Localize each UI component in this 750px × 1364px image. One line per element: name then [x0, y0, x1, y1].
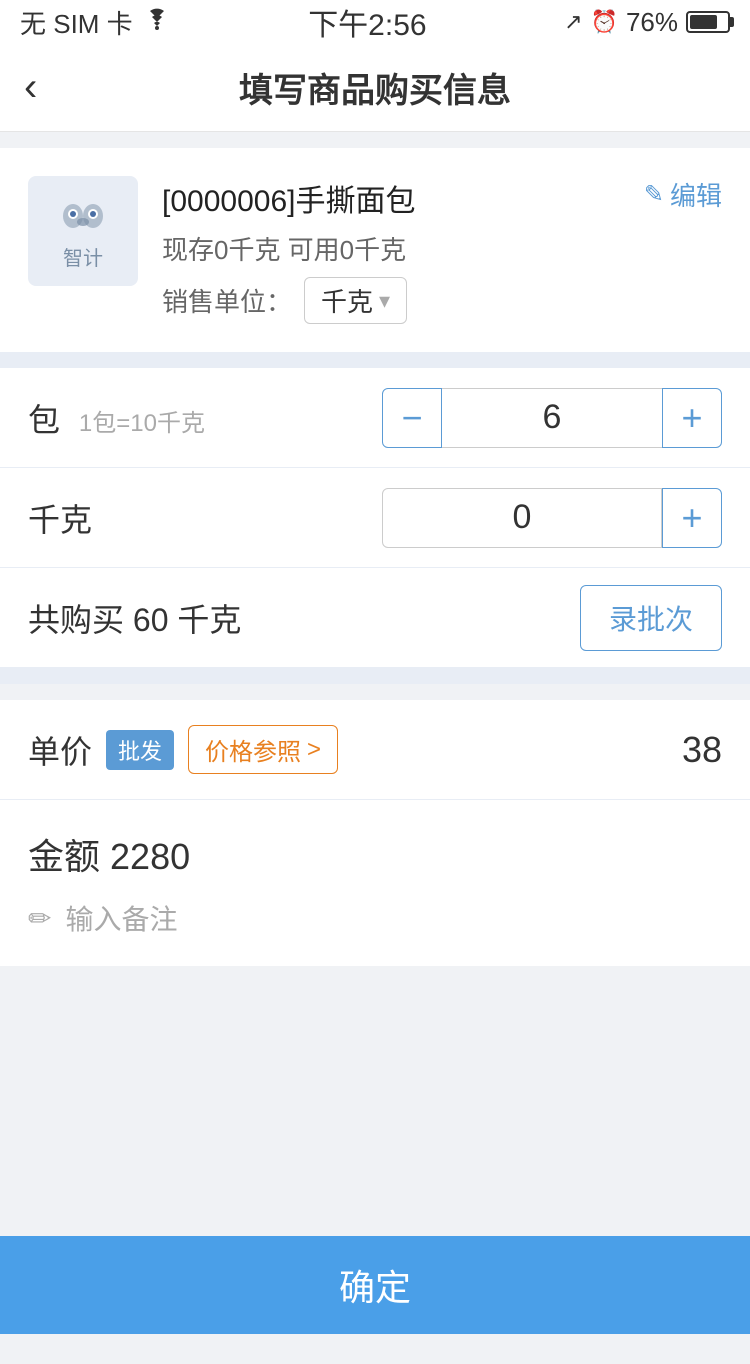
edit-label: 编辑 [670, 176, 722, 213]
price-ref-label: 价格参照 [205, 732, 301, 767]
total-row: 共购买 60 千克 录批次 [0, 568, 750, 668]
carrier-text: 无 SIM 卡 [20, 4, 133, 41]
status-bar: 无 SIM 卡 下午2:56 ↗ ⏰ 76% [0, 0, 750, 44]
price-tag: 批发 [106, 730, 174, 770]
battery-text: 76% [626, 7, 678, 38]
unit-label: 销售单位： [162, 282, 292, 319]
status-right: ↗ ⏰ 76% [564, 7, 730, 38]
product-name: [0000006]手撕面包 [162, 176, 722, 220]
bag-input-row: 包 1包=10千克 − + [0, 368, 750, 468]
wifi-icon [143, 8, 171, 36]
product-thumb-content: 智计 [55, 192, 111, 271]
status-left: 无 SIM 卡 [20, 4, 171, 41]
product-stock: 现存0千克 可用0千克 [162, 230, 722, 267]
amount-value: 2280 [110, 836, 190, 877]
unit-dropdown-icon: ▾ [379, 288, 390, 314]
bag-label-text: 包 [28, 402, 60, 438]
back-button[interactable]: ‹ [24, 65, 37, 110]
note-placeholder: 输入备注 [65, 898, 177, 938]
kg-qty-input[interactable] [382, 488, 662, 548]
note-row[interactable]: ✏ 输入备注 [28, 898, 722, 966]
price-label: 单价 [28, 727, 92, 773]
record-batch-button[interactable]: 录批次 [580, 585, 722, 651]
bag-sublabel: 1包=10千克 [79, 410, 205, 437]
price-ref-arrow: > [307, 736, 321, 764]
kg-input-row: 千克 + [0, 468, 750, 568]
bag-label: 包 1包=10千克 [28, 395, 382, 441]
kg-label-text: 千克 [28, 502, 92, 538]
product-info: [0000006]手撕面包 现存0千克 可用0千克 销售单位： 千克 ▾ [162, 176, 722, 324]
edit-icon: ✎ [644, 180, 664, 209]
nav-bar: ‹ 填写商品购买信息 [0, 44, 750, 132]
location-icon: ↗ [564, 9, 582, 35]
product-card: 智计 [0000006]手撕面包 现存0千克 可用0千克 销售单位： 千克 ▾ … [0, 148, 750, 352]
amount-section: 金额 2280 ✏ 输入备注 [0, 800, 750, 966]
total-label: 共购买 60 千克 [28, 595, 580, 641]
empty-space [0, 966, 750, 1266]
bag-decrease-button[interactable]: − [382, 388, 442, 448]
amount-label: 金额 [28, 836, 100, 877]
confirm-button[interactable]: 确定 [0, 1236, 750, 1334]
pencil-icon: ✏ [28, 902, 51, 935]
price-section: 单价 批发 价格参照 > 38 金额 2280 ✏ 输入备注 [0, 700, 750, 966]
bag-qty-control: − + [382, 388, 722, 448]
unit-value: 千克 [321, 282, 373, 319]
bag-increase-button[interactable]: + [662, 388, 722, 448]
edit-button[interactable]: ✎ 编辑 [644, 176, 722, 213]
bag-qty-input[interactable] [442, 388, 662, 448]
kg-qty-control: + [382, 488, 722, 548]
kg-increase-button[interactable]: + [662, 488, 722, 548]
battery-icon [686, 11, 730, 33]
alarm-icon: ⏰ [591, 9, 618, 35]
section-divider-1 [0, 352, 750, 368]
page-title: 填写商品购买信息 [239, 63, 511, 112]
section-divider-2 [0, 668, 750, 684]
amount-row: 金额 2280 [28, 828, 722, 880]
unit-select[interactable]: 千克 ▾ [304, 277, 407, 324]
price-reference-button[interactable]: 价格参照 > [188, 725, 338, 774]
kg-label: 千克 [28, 495, 382, 541]
confirm-label: 确定 [339, 1259, 411, 1311]
product-unit-row: 销售单位： 千克 ▾ [162, 277, 722, 324]
product-thumb-text: 智计 [63, 242, 103, 271]
price-row: 单价 批发 价格参照 > 38 [0, 700, 750, 800]
status-time: 下午2:56 [308, 0, 426, 44]
input-section: 包 1包=10千克 − + 千克 + 共购买 60 千克 录批次 [0, 368, 750, 668]
price-value: 38 [682, 729, 722, 771]
product-thumbnail: 智计 [28, 176, 138, 286]
